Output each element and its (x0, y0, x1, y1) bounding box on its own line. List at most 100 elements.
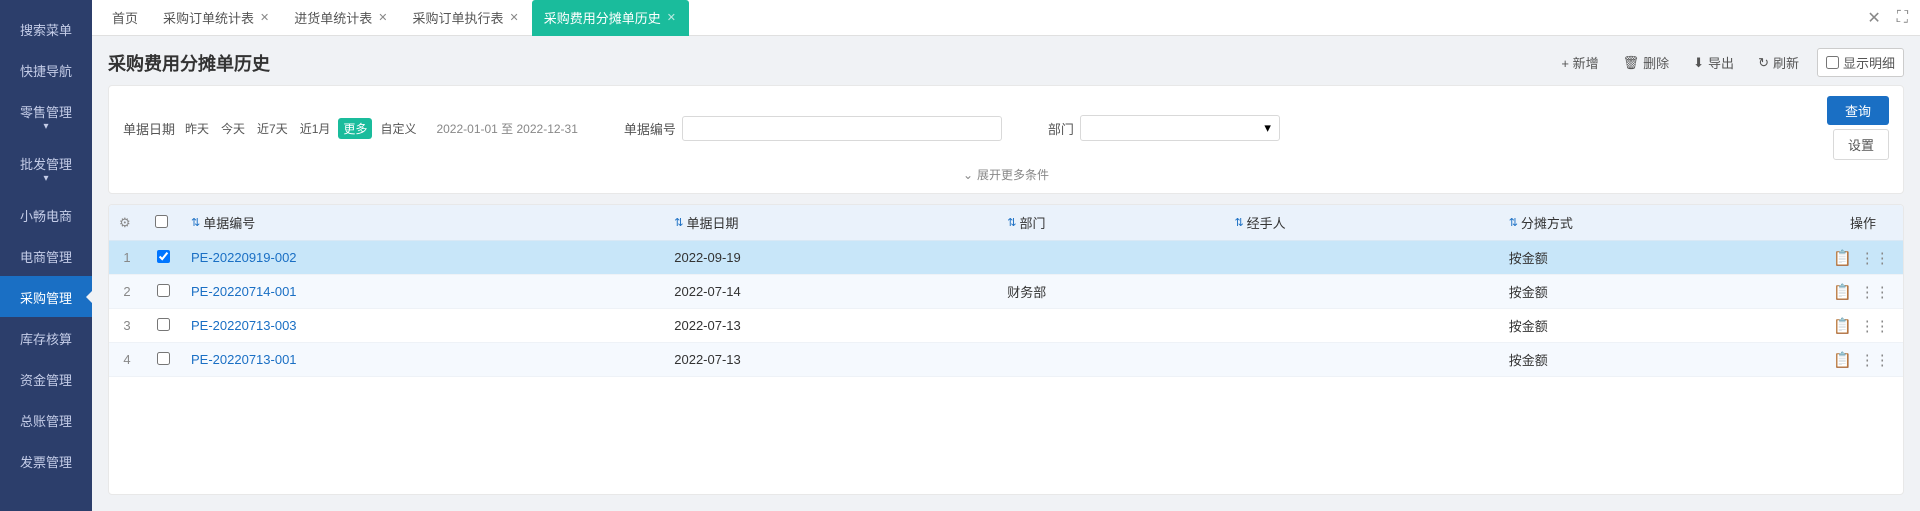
delete-button[interactable]: 🗑 删除 (1617, 49, 1676, 76)
export-button[interactable]: ⬇ 导出 (1687, 49, 1740, 76)
refresh-icon: ↻ (1758, 55, 1769, 71)
sort-icon-date[interactable]: ⇅ (674, 216, 683, 229)
tab-label: 进货单统计表 (294, 8, 372, 27)
tab-purchase-order-exec[interactable]: 采购订单执行表✕ (400, 0, 531, 36)
tab-goods-stats[interactable]: 进货单统计表 ✕ (282, 0, 400, 36)
tab-purchase-order-stats[interactable]: 采购订单统计表 ✕ (151, 0, 282, 36)
sidebar-item-label: 资金管理 (4, 370, 88, 389)
edit-icon[interactable]: 📋 (1833, 351, 1852, 369)
sidebar-item-finance[interactable]: 资金管理 (0, 358, 92, 399)
expand-conditions-button[interactable]: ⌄ 展开更多条件 (963, 166, 1049, 183)
more-icon[interactable]: ⋮⋮ (1860, 283, 1890, 301)
sidebar-item-wholesale[interactable]: 批发管理▾ (0, 142, 92, 194)
row-checkbox[interactable] (157, 284, 170, 297)
sidebar-item-shortcut[interactable]: 快捷导航 (0, 49, 92, 90)
tab-label: 采购订单统计表 (163, 8, 254, 27)
row-split-method: 按金额 (1499, 343, 1823, 377)
sidebar-item-ledger[interactable]: 总账管理 (0, 399, 92, 440)
show-cols-button[interactable]: 显示明细 (1817, 48, 1904, 77)
shortcut-today[interactable]: 今天 (217, 118, 249, 139)
shortcut-7days[interactable]: 近7天 (253, 118, 292, 139)
col-checkbox (145, 205, 181, 241)
tab-purchase-expense-history[interactable]: 采购费用分摊单历史✕ (532, 0, 689, 36)
close-window-icon[interactable]: ✕ (1863, 8, 1884, 28)
shortcut-custom[interactable]: 自定义 (376, 118, 420, 139)
shortcut-more[interactable]: 更多 (338, 118, 372, 139)
sidebar-item-retail[interactable]: 零售管理▾ (0, 90, 92, 142)
order-no-label: 单据编号 (624, 119, 676, 138)
order-no-link[interactable]: PE-20220714-001 (191, 284, 297, 299)
row-date: 2022-09-19 (664, 241, 997, 275)
column-settings-icon[interactable]: ⚙ (119, 215, 131, 230)
maximize-window-icon[interactable]: ⛶ (1893, 9, 1912, 27)
sidebar-arrow-icon: ▾ (4, 173, 88, 184)
tab-close-icon[interactable]: ✕ (260, 11, 269, 24)
tab-home[interactable]: 首页 (100, 0, 151, 36)
dept-select[interactable]: ▾ (1080, 115, 1280, 141)
sort-icon-dept[interactable]: ⇅ (1007, 216, 1016, 229)
row-ops: 📋 ⋮⋮ (1823, 241, 1903, 275)
table-body: 1 PE-20220919-002 2022-09-19 按金额 📋 ⋮⋮ 2 (109, 241, 1903, 377)
sort-icon-split[interactable]: ⇅ (1509, 216, 1518, 229)
dept-label: 部门 (1048, 119, 1074, 138)
show-cols-checkbox[interactable] (1826, 56, 1839, 69)
row-checkbox-cell (145, 309, 181, 343)
sidebar-item-search[interactable]: 搜索菜单 (0, 8, 92, 49)
col-date: ⇅ 单据日期 (664, 205, 997, 241)
more-icon[interactable]: ⋮⋮ (1860, 351, 1890, 369)
order-no-link[interactable]: PE-20220713-003 (191, 318, 297, 333)
sidebar-item-inventory[interactable]: 库存核算 (0, 317, 92, 358)
sidebar-item-label: 总账管理 (4, 411, 88, 430)
filter-row: 单据日期 昨天 今天 近7天 近1月 更多 自定义 2022-01-01 至 2… (123, 96, 1889, 160)
sort-icon-order-no[interactable]: ⇅ (191, 216, 200, 229)
edit-icon[interactable]: 📋 (1833, 317, 1852, 335)
edit-icon[interactable]: 📋 (1833, 283, 1852, 301)
add-button[interactable]: + 新增 (1555, 49, 1604, 76)
refresh-button[interactable]: ↻ 刷新 (1752, 49, 1805, 76)
row-split-method: 按金额 (1499, 309, 1823, 343)
filter-buttons: 查询 (1827, 96, 1889, 125)
page-title: 采购费用分摊单历史 (108, 50, 270, 76)
tab-bar: 首页采购订单统计表✕进货单统计表✕采购订单执行表✕采购费用分摊单历史✕ ✕ ⛶ (92, 0, 1920, 36)
row-date: 2022-07-13 (664, 309, 997, 343)
row-order-no: PE-20220714-001 (181, 275, 664, 309)
row-order-no: PE-20220713-001 (181, 343, 664, 377)
order-no-link[interactable]: PE-20220919-002 (191, 250, 297, 265)
row-handler (1224, 241, 1498, 275)
sidebar-item-ecom[interactable]: 电商管理 (0, 235, 92, 276)
row-num: 3 (109, 309, 145, 343)
row-checkbox[interactable] (157, 318, 170, 331)
sidebar-item-purchase[interactable]: 采购管理 (0, 276, 92, 317)
more-icon[interactable]: ⋮⋮ (1860, 249, 1890, 267)
col-split-method: ⇅ 分摊方式 (1499, 205, 1823, 241)
page-header: 采购费用分摊单历史 + 新增 🗑 删除 ⬇ 导出 ↻ 刷新 显示明细 (108, 36, 1904, 85)
row-checkbox[interactable] (157, 352, 170, 365)
sort-icon-handler[interactable]: ⇅ (1234, 216, 1243, 229)
header-actions: + 新增 🗑 删除 ⬇ 导出 ↻ 刷新 显示明细 (1555, 48, 1904, 77)
col-dept: ⇅ 部门 (997, 205, 1224, 241)
tab-close-icon[interactable]: ✕ (510, 11, 519, 24)
query-button[interactable]: 查询 (1827, 96, 1889, 125)
row-split-method: 按金额 (1499, 275, 1823, 309)
settings-row: 设置 (1833, 129, 1889, 160)
row-checkbox[interactable] (157, 250, 170, 263)
more-icon[interactable]: ⋮⋮ (1860, 317, 1890, 335)
edit-icon[interactable]: 📋 (1833, 249, 1852, 267)
shortcut-1month[interactable]: 近1月 (296, 118, 335, 139)
sidebar-item-mini[interactable]: 小畅电商 (0, 194, 92, 235)
settings-button[interactable]: 设置 (1833, 129, 1889, 160)
tab-close-icon[interactable]: ✕ (378, 11, 387, 24)
sidebar-item-label: 采购管理 (4, 288, 88, 307)
row-split-method: 按金额 (1499, 241, 1823, 275)
sidebar-item-invoice[interactable]: 发票管理 (0, 440, 92, 481)
row-dept (997, 241, 1224, 275)
sidebar-item-label: 批发管理 (4, 154, 88, 173)
order-no-input[interactable] (682, 116, 1002, 141)
row-dept (997, 309, 1224, 343)
tab-close-icon[interactable]: ✕ (667, 11, 676, 24)
select-all-checkbox[interactable] (155, 215, 168, 228)
shortcut-yesterday[interactable]: 昨天 (181, 118, 213, 139)
col-handler: ⇅ 经手人 (1224, 205, 1498, 241)
order-no-link[interactable]: PE-20220713-001 (191, 352, 297, 367)
sidebar-item-label: 快捷导航 (4, 61, 88, 80)
